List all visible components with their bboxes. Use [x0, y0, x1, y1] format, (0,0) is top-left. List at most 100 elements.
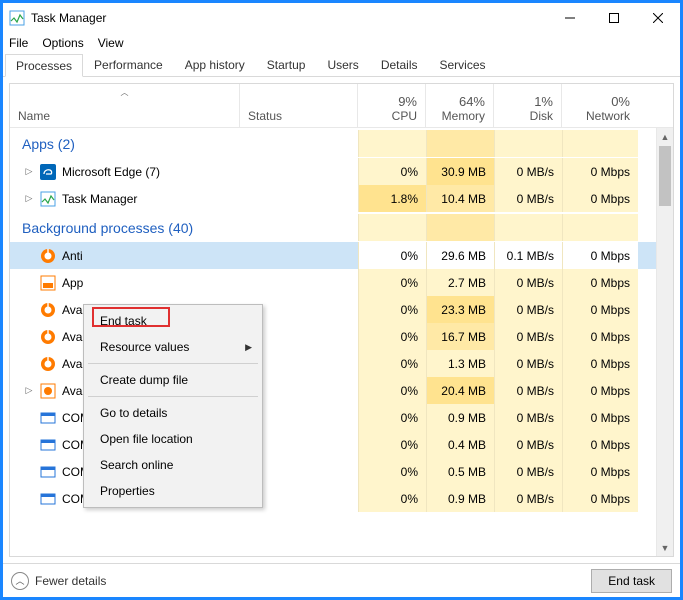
- maximize-button[interactable]: [592, 3, 636, 33]
- cpu-cell: 0%: [358, 404, 426, 431]
- context-menu-separator: [88, 396, 258, 397]
- cpu-cell: 0%: [358, 296, 426, 323]
- table-row[interactable]: ▷Microsoft Edge (7)0%30.9 MB0 MB/s0 Mbps: [10, 158, 673, 185]
- network-cell: 0 Mbps: [562, 185, 638, 212]
- fewer-details-button[interactable]: ︿ Fewer details: [11, 572, 106, 590]
- cpu-cell: 0%: [358, 377, 426, 404]
- network-cell: 0 Mbps: [562, 404, 638, 431]
- context-menu-item[interactable]: Open file location: [86, 426, 260, 452]
- process-icon: [40, 275, 56, 291]
- process-icon: [40, 302, 56, 318]
- highlight-end-task: [92, 307, 170, 327]
- disk-cell: 0 MB/s: [494, 431, 562, 458]
- scrollbar[interactable]: ▲ ▼: [656, 128, 673, 556]
- network-cell: 0 Mbps: [562, 377, 638, 404]
- process-name: Ava: [62, 357, 82, 371]
- scroll-thumb[interactable]: [659, 146, 671, 206]
- context-menu-item[interactable]: Properties: [86, 478, 260, 504]
- menu-file[interactable]: File: [9, 36, 28, 50]
- context-menu-item[interactable]: Resource values▶: [86, 334, 260, 360]
- tab-startup[interactable]: Startup: [256, 53, 317, 76]
- tab-app-history[interactable]: App history: [174, 53, 256, 76]
- network-cell: 0 Mbps: [562, 242, 638, 269]
- process-icon: [40, 191, 56, 207]
- table-row[interactable]: Anti0%29.6 MB0.1 MB/s0 Mbps: [10, 242, 673, 269]
- memory-cell: 30.9 MB: [426, 158, 494, 185]
- menu-options[interactable]: Options: [42, 36, 83, 50]
- disk-cell: 0 MB/s: [494, 404, 562, 431]
- cpu-cell: 0%: [358, 458, 426, 485]
- window-title: Task Manager: [31, 11, 106, 25]
- disk-cell: 0 MB/s: [494, 485, 562, 512]
- cpu-cell: 0%: [358, 350, 426, 377]
- network-cell: 0 Mbps: [562, 458, 638, 485]
- disk-cell: 0 MB/s: [494, 269, 562, 296]
- memory-cell: 29.6 MB: [426, 242, 494, 269]
- process-name: Ava: [62, 330, 82, 344]
- close-button[interactable]: [636, 3, 680, 33]
- disk-cell: 0 MB/s: [494, 350, 562, 377]
- process-name: Ava: [62, 303, 82, 317]
- disk-cell: 0 MB/s: [494, 323, 562, 350]
- cpu-cell: 0%: [358, 242, 426, 269]
- header-status[interactable]: Status: [240, 84, 358, 127]
- menubar: File Options View: [3, 33, 680, 53]
- content-area: ︿ Name Status 9%CPU 64%Memory 1%Disk 0%N…: [3, 77, 680, 563]
- network-cell: 0 Mbps: [562, 158, 638, 185]
- network-cell: 0 Mbps: [562, 431, 638, 458]
- context-menu-item[interactable]: Go to details: [86, 400, 260, 426]
- disk-cell: 0 MB/s: [494, 458, 562, 485]
- cpu-cell: 0%: [358, 158, 426, 185]
- header-disk[interactable]: 1%Disk: [494, 84, 562, 127]
- memory-cell: 0.9 MB: [426, 485, 494, 512]
- context-menu-item[interactable]: Search online: [86, 452, 260, 478]
- cpu-cell: 0%: [358, 269, 426, 296]
- disk-cell: 0.1 MB/s: [494, 242, 562, 269]
- expand-icon[interactable]: ▷: [24, 166, 34, 177]
- process-name: Ava: [62, 384, 82, 398]
- network-cell: 0 Mbps: [562, 269, 638, 296]
- scroll-up-icon[interactable]: ▲: [657, 128, 673, 145]
- process-icon: [40, 491, 56, 507]
- scroll-down-icon[interactable]: ▼: [657, 539, 673, 556]
- memory-cell: 1.3 MB: [426, 350, 494, 377]
- memory-cell: 10.4 MB: [426, 185, 494, 212]
- expand-icon[interactable]: ▷: [24, 193, 34, 204]
- minimize-button[interactable]: [548, 3, 592, 33]
- disk-cell: 0 MB/s: [494, 377, 562, 404]
- network-cell: 0 Mbps: [562, 323, 638, 350]
- memory-cell: 20.4 MB: [426, 377, 494, 404]
- chevron-up-icon: ︿: [11, 572, 29, 590]
- memory-cell: 16.7 MB: [426, 323, 494, 350]
- header-network[interactable]: 0%Network: [562, 84, 638, 127]
- header-cpu[interactable]: 9%CPU: [358, 84, 426, 127]
- header-name[interactable]: ︿ Name: [10, 84, 240, 127]
- process-icon: [40, 329, 56, 345]
- tab-processes[interactable]: Processes: [5, 54, 83, 77]
- table-row[interactable]: App0%2.7 MB0 MB/s0 Mbps: [10, 269, 673, 296]
- disk-cell: 0 MB/s: [494, 296, 562, 323]
- process-icon: [40, 464, 56, 480]
- end-task-button[interactable]: End task: [591, 569, 672, 593]
- process-name: Microsoft Edge (7): [62, 165, 160, 179]
- process-icon: [40, 383, 56, 399]
- tab-users[interactable]: Users: [316, 53, 369, 76]
- titlebar[interactable]: Task Manager: [3, 3, 680, 33]
- tab-details[interactable]: Details: [370, 53, 429, 76]
- submenu-arrow-icon: ▶: [245, 342, 252, 353]
- header-memory[interactable]: 64%Memory: [426, 84, 494, 127]
- table-row[interactable]: ▷Task Manager1.8%10.4 MB0 MB/s0 Mbps: [10, 185, 673, 212]
- context-menu-item[interactable]: Create dump file: [86, 367, 260, 393]
- process-icon: [40, 164, 56, 180]
- cpu-cell: 0%: [358, 431, 426, 458]
- menu-view[interactable]: View: [98, 36, 124, 50]
- memory-cell: 23.3 MB: [426, 296, 494, 323]
- group-header: Apps (2): [10, 128, 358, 158]
- tab-performance[interactable]: Performance: [83, 53, 174, 76]
- tab-services[interactable]: Services: [429, 53, 497, 76]
- task-manager-icon: [9, 10, 25, 26]
- expand-icon[interactable]: ▷: [24, 385, 34, 396]
- cpu-cell: 1.8%: [358, 185, 426, 212]
- process-icon: [40, 356, 56, 372]
- process-icon: [40, 410, 56, 426]
